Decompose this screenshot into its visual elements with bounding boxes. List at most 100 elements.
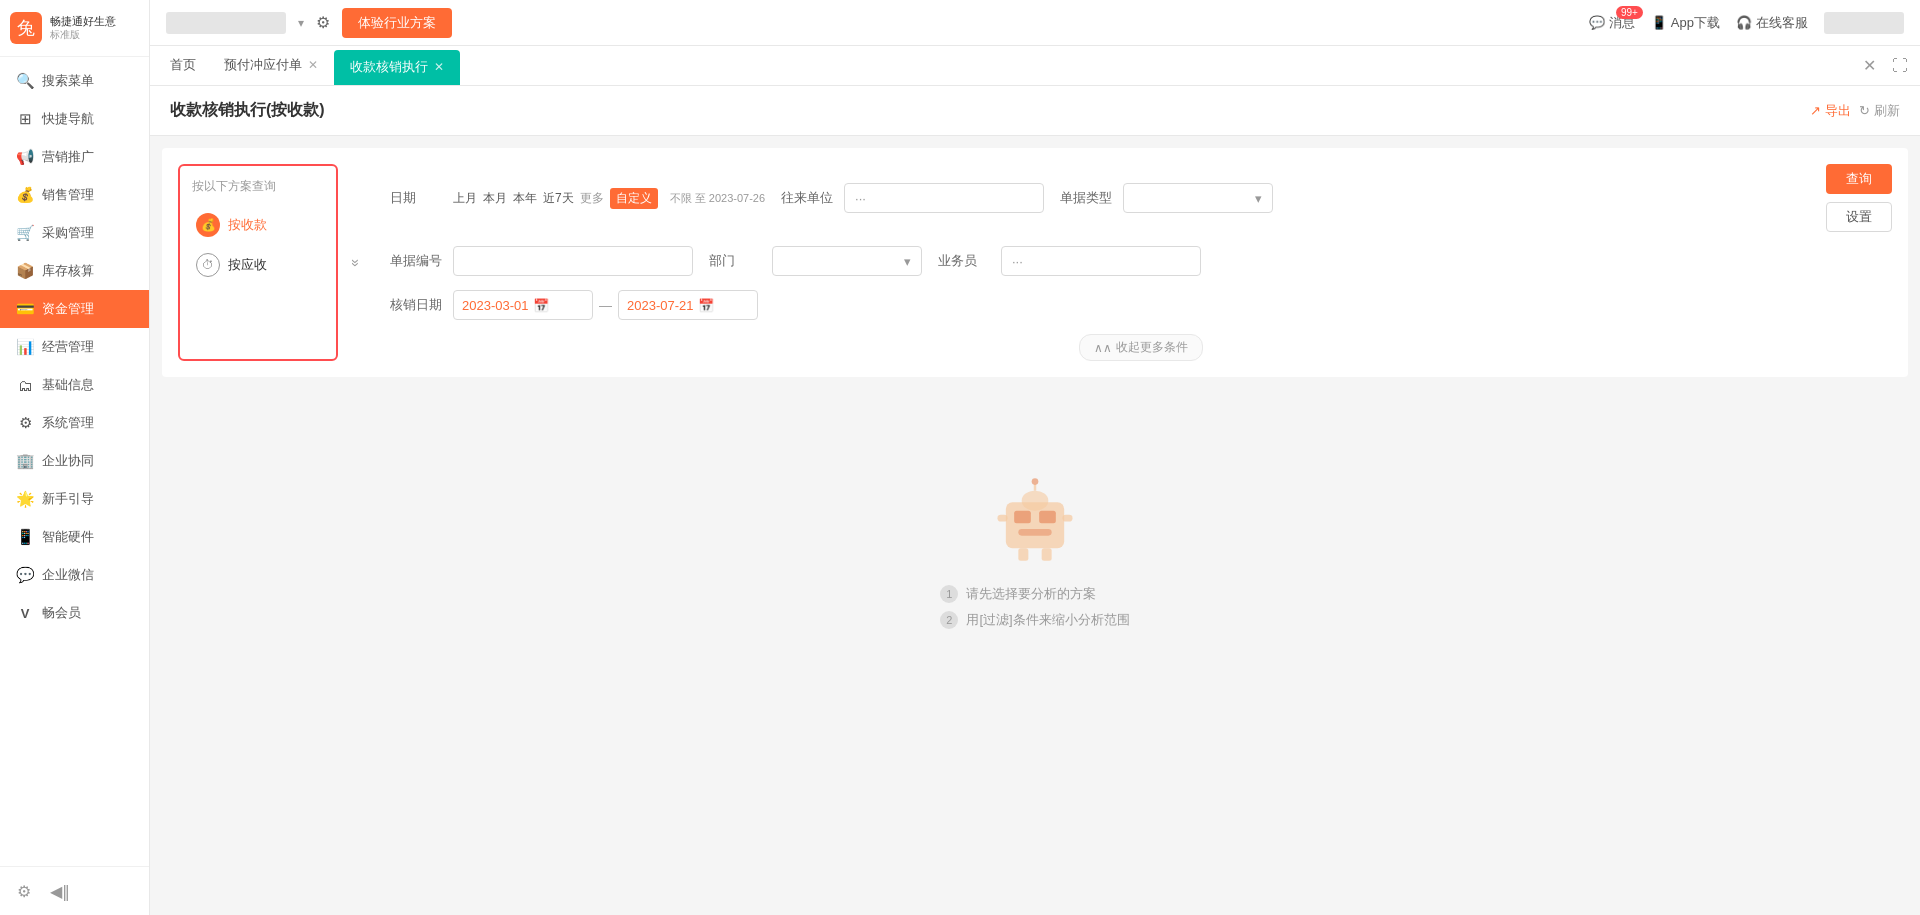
empty-tips: 1 请先选择要分析的方案 2 用[过滤]条件来缩小分析范围: [940, 585, 1129, 629]
doctype-select[interactable]: ▾: [1123, 183, 1273, 213]
online-service-btn[interactable]: 🎧 在线客服: [1736, 14, 1808, 32]
filter-option-receivable[interactable]: ⏱ 按应收: [192, 245, 324, 285]
main-area: ▾ ⚙ 体验行业方案 💬 消息 99+ 📱 App下载 🎧 在线客服 首页: [150, 0, 1920, 915]
sidebar-item-label: 系统管理: [42, 414, 94, 432]
sidebar-item-label: 基础信息: [42, 376, 94, 394]
doctype-label: 单据类型: [1060, 189, 1115, 207]
marketing-icon: 📢: [16, 148, 34, 166]
partner-filter-item: 往来单位 ···: [781, 183, 1044, 213]
sidebar-item-inventory[interactable]: 📦 库存核算: [0, 252, 149, 290]
refresh-icon: ↻: [1859, 103, 1870, 118]
topbar-dropdown-arrow[interactable]: ▾: [298, 16, 304, 30]
sidebar-item-search[interactable]: 🔍 搜索菜单: [0, 62, 149, 100]
search-icon: 🔍: [16, 72, 34, 90]
date-opt-more[interactable]: 更多: [580, 190, 604, 207]
sidebar-item-marketing[interactable]: 📢 营销推广: [0, 138, 149, 176]
sidebar-item-purchase[interactable]: 🛒 采购管理: [0, 214, 149, 252]
verify-date-start[interactable]: 2023-03-01 📅: [453, 290, 593, 320]
sidebar-item-member[interactable]: V 畅会员: [0, 594, 149, 632]
verify-date-label: 核销日期: [390, 296, 445, 314]
topbar-gear-icon[interactable]: ⚙: [316, 13, 330, 32]
page-header: 收款核销执行(按收款) ↗ 导出 ↻ 刷新: [150, 86, 1920, 136]
wechat-icon: 💬: [16, 566, 34, 584]
sidebar-item-label: 资金管理: [42, 300, 94, 318]
industry-btn[interactable]: 体验行业方案: [342, 8, 452, 38]
partner-dots: ···: [855, 191, 866, 206]
app-edition: 标准版: [50, 28, 116, 42]
sidebar-item-label: 企业协同: [42, 452, 94, 470]
date-opt-custom[interactable]: 自定义: [610, 188, 658, 209]
tab-home[interactable]: 首页: [158, 46, 208, 85]
sidebar-item-quick[interactable]: ⊞ 快捷导航: [0, 100, 149, 138]
sidebar-item-sales[interactable]: 💰 销售管理: [0, 176, 149, 214]
date-opt-lastmonth[interactable]: 上月: [453, 190, 477, 207]
filter-option-receipt[interactable]: 💰 按收款: [192, 205, 324, 245]
tab-prepayment-close[interactable]: ✕: [308, 58, 318, 72]
tab-receipt-verify-close[interactable]: ✕: [434, 60, 444, 74]
export-label: 导出: [1825, 102, 1851, 120]
topbar-right: 💬 消息 99+ 📱 App下载 🎧 在线客服: [1589, 12, 1904, 34]
collapse-sidebar-icon[interactable]: ◀‖: [46, 877, 74, 905]
message-btn[interactable]: 💬 消息 99+: [1589, 14, 1635, 32]
setting-btn[interactable]: 设置: [1826, 202, 1892, 232]
tab-expand-icon[interactable]: ⛶: [1888, 53, 1912, 79]
system-icon: ⚙: [16, 414, 34, 432]
verify-date-end[interactable]: 2023-07-21 📅: [618, 290, 758, 320]
query-btn[interactable]: 查询: [1826, 164, 1892, 194]
app-name: 畅捷通好生意: [50, 14, 116, 28]
sidebar-item-system[interactable]: ⚙ 系统管理: [0, 404, 149, 442]
page-header-actions: ↗ 导出 ↻ 刷新: [1810, 102, 1900, 120]
empty-tip-2: 2 用[过滤]条件来缩小分析范围: [940, 611, 1129, 629]
collapse-up-icon: ∧∧: [1094, 341, 1112, 355]
member-icon: V: [16, 604, 34, 622]
filter-actions: 查询 设置: [1826, 164, 1892, 232]
collapse-row: ∧∧ 收起更多条件: [390, 334, 1892, 361]
inventory-icon: 📦: [16, 262, 34, 280]
date-options: 上月 本月 本年 近7天 更多 自定义: [453, 188, 658, 209]
tab-prepayment-label: 预付冲应付单: [224, 56, 302, 74]
dept-select[interactable]: ▾: [772, 246, 922, 276]
dept-filter-item: 部门 ▾: [709, 246, 922, 276]
filter-row-1: 日期 上月 本月 本年 近7天 更多 自定义 不限 至 2023-07-26 往…: [390, 164, 1892, 232]
tab-receipt-verify[interactable]: 收款核销执行 ✕: [334, 50, 460, 85]
service-label: 在线客服: [1756, 14, 1808, 32]
svg-point-10: [1032, 478, 1039, 485]
sidebar-item-ops[interactable]: 📊 经营管理: [0, 328, 149, 366]
date-opt-7days[interactable]: 近7天: [543, 190, 574, 207]
tab-close-all-icon[interactable]: ✕: [1859, 52, 1880, 79]
sidebar-item-hardware[interactable]: 📱 智能硬件: [0, 518, 149, 556]
tabbar-controls: ✕ ⛶: [1859, 46, 1912, 85]
tip-2-text: 用[过滤]条件来缩小分析范围: [966, 611, 1129, 629]
sidebar-item-base[interactable]: 🗂 基础信息: [0, 366, 149, 404]
sidebar-item-guide[interactable]: 🌟 新手引导: [0, 480, 149, 518]
app-download-btn[interactable]: 📱 App下载: [1651, 14, 1720, 32]
collapse-arrow-icon: »: [348, 259, 364, 267]
export-btn[interactable]: ↗ 导出: [1810, 102, 1851, 120]
sidebar-item-enterprise[interactable]: 🏢 企业协同: [0, 442, 149, 480]
topbar: ▾ ⚙ 体验行业方案 💬 消息 99+ 📱 App下载 🎧 在线客服: [150, 0, 1920, 46]
receipt-option-icon: 💰: [196, 213, 220, 237]
partner-select[interactable]: ···: [844, 183, 1044, 213]
guide-icon: 🌟: [16, 490, 34, 508]
filter-collapse-btn[interactable]: »: [346, 164, 366, 361]
topbar-brand: [166, 12, 286, 34]
staff-select[interactable]: ···: [1001, 246, 1201, 276]
refresh-btn[interactable]: ↻ 刷新: [1859, 102, 1900, 120]
page-content: 收款核销执行(按收款) ↗ 导出 ↻ 刷新 按以下方案查询 💰 按收款: [150, 86, 1920, 915]
docno-input[interactable]: [453, 246, 693, 276]
verify-date-end-value: 2023-07-21: [627, 298, 694, 313]
tab-prepayment[interactable]: 预付冲应付单 ✕: [208, 46, 334, 85]
sidebar-item-label: 企业微信: [42, 566, 94, 584]
settings-icon[interactable]: ⚙: [10, 877, 38, 905]
date-opt-thisyear[interactable]: 本年: [513, 190, 537, 207]
filter-row-3: 核销日期 2023-03-01 📅 — 2023-07-21 📅: [390, 290, 1892, 320]
export-icon: ↗: [1810, 103, 1821, 118]
collapse-more-btn[interactable]: ∧∧ 收起更多条件: [1079, 334, 1203, 361]
sidebar-item-finance[interactable]: 💳 资金管理: [0, 290, 149, 328]
staff-filter-item: 业务员 ···: [938, 246, 1201, 276]
svg-rect-4: [998, 515, 1008, 522]
app-logo-icon: 兔: [10, 12, 42, 44]
date-opt-thismonth[interactable]: 本月: [483, 190, 507, 207]
enterprise-icon: 🏢: [16, 452, 34, 470]
sidebar-item-wechat[interactable]: 💬 企业微信: [0, 556, 149, 594]
